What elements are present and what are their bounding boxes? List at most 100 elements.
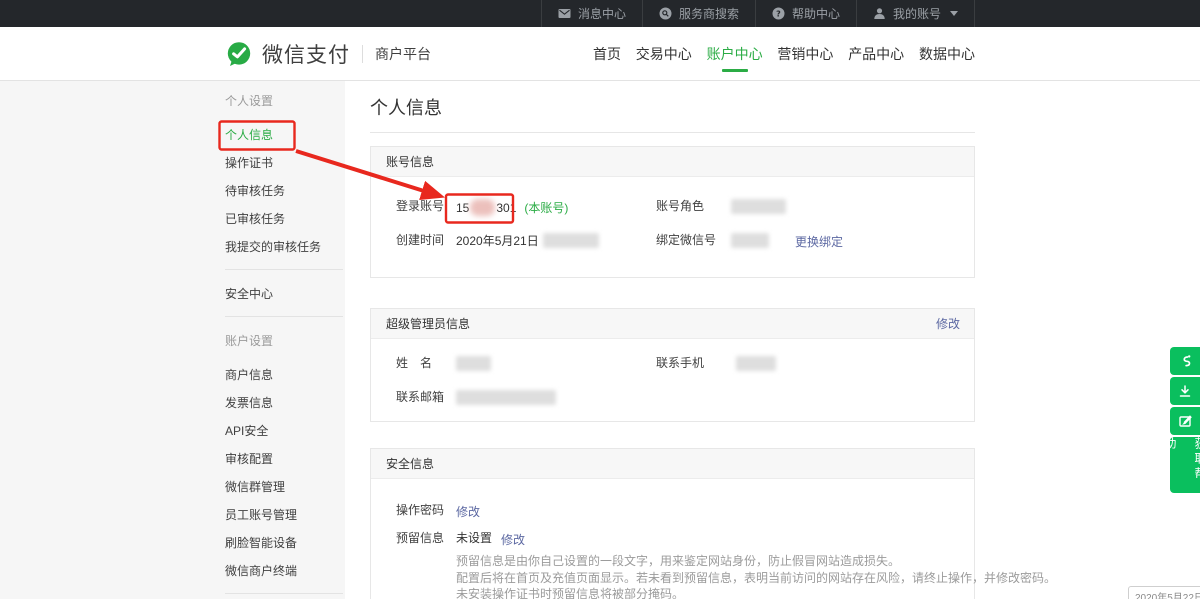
brand[interactable]: 微信支付 商户平台 (225, 27, 431, 81)
sidebar-group-account-settings: 账户设置 (225, 335, 343, 347)
nav-item-product-center[interactable]: 产品中心 (848, 47, 904, 61)
reserved-info-description: 预留信息是由你自己设置的一段文字，用来鉴定网站身份，防止假冒网站造成损失。 配置… (456, 553, 956, 599)
sidebar-item-merchant-terminal[interactable]: 微信商户终端 (225, 565, 343, 577)
security-info-card-header: 安全信息 (371, 449, 974, 479)
section-title: 账号信息 (386, 153, 434, 170)
redacted-blur (543, 233, 599, 248)
admin-email-label: 联系邮箱 (396, 390, 444, 405)
sidebar-menu: 个人设置 个人信息 操作证书 待审核任务 已审核任务 我提交的审核任务 安全中心… (225, 95, 343, 599)
security-info-card: 安全信息 操作密码 修改 预留信息 未设置 修改 预留信息是由你自己设置的一段文… (370, 448, 975, 599)
account-info-card-header: 账号信息 (371, 147, 974, 177)
section-title: 安全信息 (386, 455, 434, 472)
download-button[interactable] (1170, 377, 1200, 405)
login-account-label: 登录账号 (396, 199, 444, 214)
section-title: 超级管理员信息 (386, 315, 470, 332)
created-time-label: 创建时间 (396, 233, 444, 248)
topbar-item-help-center[interactable]: ? 帮助中心 (755, 0, 856, 27)
nav-item-data-center[interactable]: 数据中心 (919, 47, 975, 61)
topbar-item-label: 我的账号 (893, 5, 941, 22)
topbar-item-my-account[interactable]: 我的账号 (856, 0, 975, 27)
super-admin-card: 超级管理员信息 修改 姓 名 联系手机 联系邮箱 (370, 308, 975, 422)
sidebar: 个人设置 个人信息 操作证书 待审核任务 已审核任务 我提交的审核任务 安全中心… (0, 81, 345, 599)
redacted-blur (470, 199, 495, 216)
search-icon (659, 7, 672, 20)
service-button[interactable] (1170, 347, 1200, 375)
sidebar-item-wechat-group-mgmt[interactable]: 微信群管理 (225, 481, 343, 493)
login-account-value: 15 301 (本账号) (456, 199, 568, 216)
account-role-label: 账号角色 (656, 199, 704, 214)
header: 微信支付 商户平台 首页 交易中心 账户中心 营销中心 产品中心 数据中心 (0, 27, 1200, 81)
description-line: 配置后将在首页及充值页面显示。若未看到预留信息，表明当前访问的网站存在风险，请终… (456, 570, 956, 587)
sidebar-item-security-center[interactable]: 安全中心 (225, 288, 343, 300)
sidebar-item-invoice-info[interactable]: 发票信息 (225, 397, 343, 409)
topbar-item-message-center[interactable]: 消息中心 (541, 0, 642, 27)
account-info-card: 账号信息 登录账号 15 301 (本账号) 账号角色 创建时间 2020年5月21… (370, 146, 975, 278)
download-icon (1177, 383, 1193, 399)
sidebar-item-face-device[interactable]: 刷脸智能设备 (225, 537, 343, 549)
redacted-blur (456, 390, 556, 405)
sidebar-item-pending-review-tasks[interactable]: 待审核任务 (225, 185, 343, 197)
account-role-value (731, 199, 786, 215)
reserved-info-status: 未设置 (456, 531, 492, 546)
service-icon (1177, 353, 1193, 369)
sidebar-item-operation-cert[interactable]: 操作证书 (225, 157, 343, 169)
topbar-item-label: 消息中心 (578, 5, 626, 22)
reserved-modify-link[interactable]: 修改 (501, 531, 525, 548)
message-icon (558, 7, 571, 20)
sidebar-item-review-config[interactable]: 审核配置 (225, 453, 343, 465)
sidebar-item-staff-account-mgmt[interactable]: 员工账号管理 (225, 509, 343, 521)
main-nav: 首页 交易中心 账户中心 营销中心 产品中心 数据中心 (593, 27, 975, 81)
sidebar-item-personal-info[interactable]: 个人信息 (225, 129, 343, 141)
admin-modify-link[interactable]: 修改 (936, 315, 960, 332)
login-suffix: 301 (496, 201, 516, 215)
description-line: 未安装操作证书时预留信息将被部分掩码。 (456, 586, 956, 599)
wechat-pay-logo-icon (225, 40, 253, 68)
account-icon (873, 7, 886, 20)
divider (225, 593, 343, 594)
redacted-blur (731, 233, 769, 248)
brand-name: 微信支付 (262, 39, 350, 69)
nav-item-transaction-center[interactable]: 交易中心 (636, 47, 692, 61)
get-help-button[interactable]: 获取帮助 (1170, 437, 1200, 493)
feedback-button[interactable] (1170, 407, 1200, 435)
topbar-item-label: 帮助中心 (792, 5, 840, 22)
sidebar-group-personal-settings: 个人设置 (225, 95, 343, 107)
topbar-item-label: 服务商搜索 (679, 5, 739, 22)
floating-help-bar: 获取帮助 (1170, 347, 1200, 493)
created-time-value: 2020年5月21日 (456, 233, 599, 249)
sidebar-item-merchant-info[interactable]: 商户信息 (225, 369, 343, 381)
reserved-info-label: 预留信息 (396, 531, 444, 546)
login-prefix: 15 (456, 201, 469, 215)
portal-name: 商户平台 (375, 44, 431, 64)
sidebar-item-my-submitted-tasks[interactable]: 我提交的审核任务 (225, 241, 343, 253)
rebind-link[interactable]: 更换绑定 (795, 233, 843, 250)
nav-item-home[interactable]: 首页 (593, 47, 621, 61)
feedback-icon (1177, 413, 1193, 429)
redacted-blur (731, 199, 786, 214)
help-icon: ? (772, 7, 785, 20)
topbar: 消息中心 服务商搜索 ? 帮助中心 我的账号 (0, 0, 1200, 27)
sidebar-item-api-security[interactable]: API安全 (225, 425, 343, 437)
divider (225, 316, 343, 317)
redacted-blur (736, 356, 776, 371)
nav-item-marketing-center[interactable]: 营销中心 (777, 47, 833, 61)
password-modify-link[interactable]: 修改 (456, 503, 480, 520)
page-title: 个人信息 (370, 99, 442, 117)
divider (370, 132, 975, 133)
admin-phone-label: 联系手机 (656, 356, 704, 371)
redacted-blur (456, 356, 491, 371)
caret-down-icon (950, 11, 958, 16)
admin-email-value (456, 390, 556, 406)
nav-item-account-center[interactable]: 账户中心 (707, 47, 763, 61)
current-account-tag: (本账号) (524, 201, 568, 215)
date-widget: 2020年5月22日 (1128, 586, 1200, 599)
svg-text:?: ? (776, 9, 781, 18)
bound-wechat-value (731, 233, 769, 249)
super-admin-card-header: 超级管理员信息 修改 (371, 309, 974, 339)
sidebar-item-reviewed-tasks[interactable]: 已审核任务 (225, 213, 343, 225)
divider (362, 45, 363, 63)
divider (225, 269, 343, 270)
merchant-platform-page: 消息中心 服务商搜索 ? 帮助中心 我的账号 (0, 0, 1200, 599)
topbar-item-provider-search[interactable]: 服务商搜索 (642, 0, 755, 27)
admin-name-value (456, 356, 491, 372)
